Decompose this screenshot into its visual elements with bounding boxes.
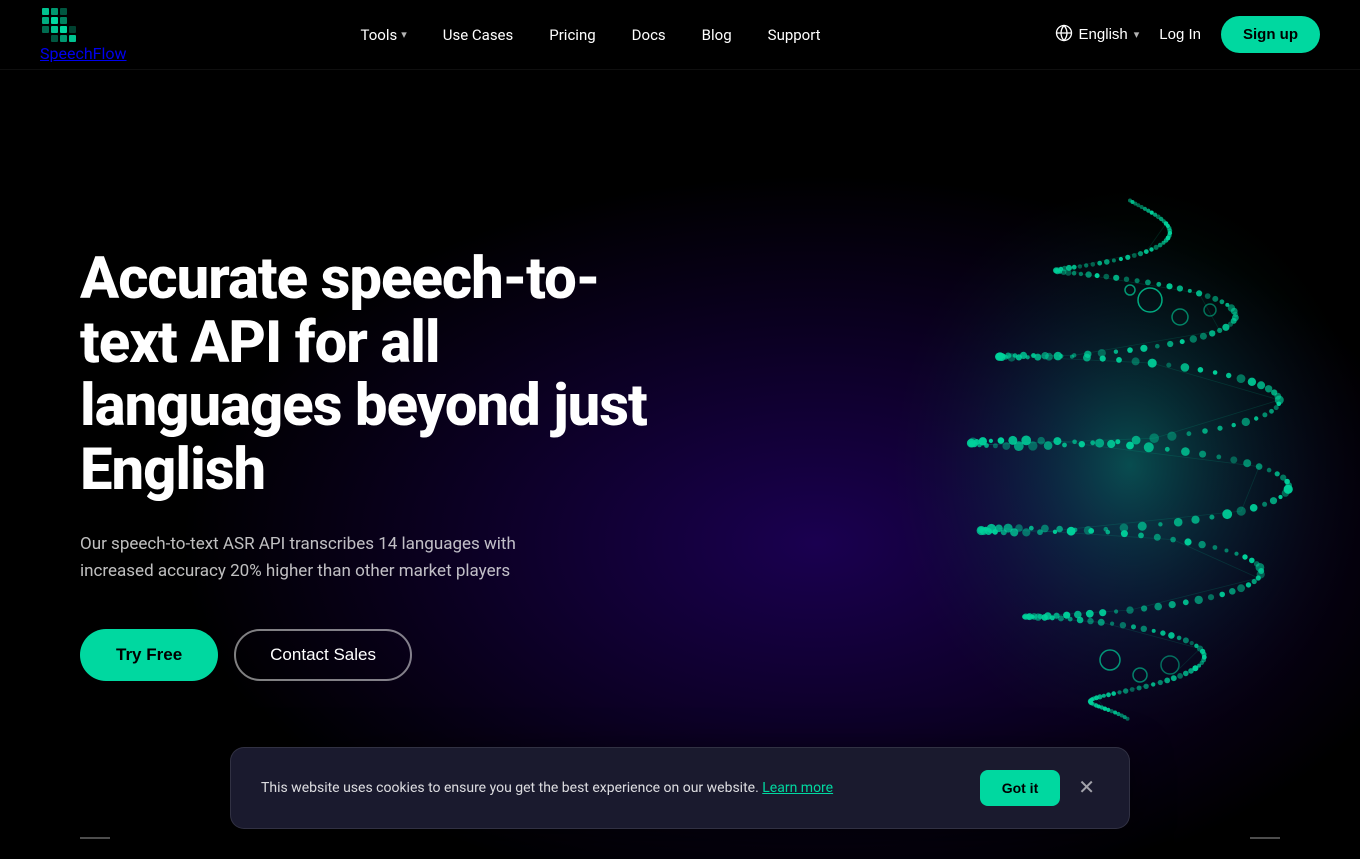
nav-item-tools[interactable]: Tools ▾ xyxy=(360,26,406,44)
contact-sales-button[interactable]: Contact Sales xyxy=(234,629,412,681)
scroll-indicator-right xyxy=(1250,837,1280,839)
nav-link-use-cases[interactable]: Use Cases xyxy=(443,26,514,44)
chevron-down-icon: ▾ xyxy=(1134,28,1140,41)
nav-right: English ▾ Log In Sign up xyxy=(1055,16,1320,53)
cookie-actions: Got it ✕ xyxy=(980,770,1099,806)
nav-item-docs[interactable]: Docs xyxy=(632,26,666,44)
nav-link-pricing[interactable]: Pricing xyxy=(549,26,595,44)
hero-title: Accurate speech-to-text API for all lang… xyxy=(80,248,680,503)
nav-item-pricing[interactable]: Pricing xyxy=(549,26,595,44)
cookie-message: This website uses cookies to ensure you … xyxy=(261,778,833,799)
nav-links: Tools ▾ Use Cases Pricing Docs Blog Supp… xyxy=(360,26,820,44)
hero-description: Our speech-to-text ASR API transcribes 1… xyxy=(80,531,580,585)
logo-icon xyxy=(40,6,127,44)
scroll-indicator-left xyxy=(80,837,110,839)
learn-more-link[interactable]: Learn more xyxy=(762,780,833,796)
login-button[interactable]: Log In xyxy=(1159,26,1201,43)
nav-link-support[interactable]: Support xyxy=(768,26,821,44)
chevron-down-icon: ▾ xyxy=(401,28,407,41)
try-free-button[interactable]: Try Free xyxy=(80,629,218,681)
nav-link-tools[interactable]: Tools ▾ xyxy=(360,26,406,44)
language-button[interactable]: English ▾ xyxy=(1055,24,1140,46)
language-label: English xyxy=(1079,26,1128,43)
logo-link[interactable]: SpeechFlow xyxy=(40,6,127,63)
hero-content: Accurate speech-to-text API for all lang… xyxy=(80,248,680,682)
nav-item-support[interactable]: Support xyxy=(768,26,821,44)
navbar: SpeechFlow Tools ▾ Use Cases Pricing Doc… xyxy=(0,0,1360,70)
brand-name: SpeechFlow xyxy=(40,44,127,63)
nav-item-use-cases[interactable]: Use Cases xyxy=(443,26,514,44)
nav-link-blog[interactable]: Blog xyxy=(702,26,732,44)
nav-item-blog[interactable]: Blog xyxy=(702,26,732,44)
cookie-banner: This website uses cookies to ensure you … xyxy=(230,747,1130,829)
got-it-button[interactable]: Got it xyxy=(980,770,1061,806)
close-cookie-button[interactable]: ✕ xyxy=(1074,774,1099,802)
nav-link-docs[interactable]: Docs xyxy=(632,26,666,44)
hero-visual xyxy=(870,155,1360,775)
close-icon: ✕ xyxy=(1078,777,1095,799)
hero-buttons: Try Free Contact Sales xyxy=(80,629,680,681)
hero-section: Accurate speech-to-text API for all lang… xyxy=(0,70,1360,859)
globe-icon xyxy=(1055,24,1073,46)
signup-button[interactable]: Sign up xyxy=(1221,16,1320,53)
